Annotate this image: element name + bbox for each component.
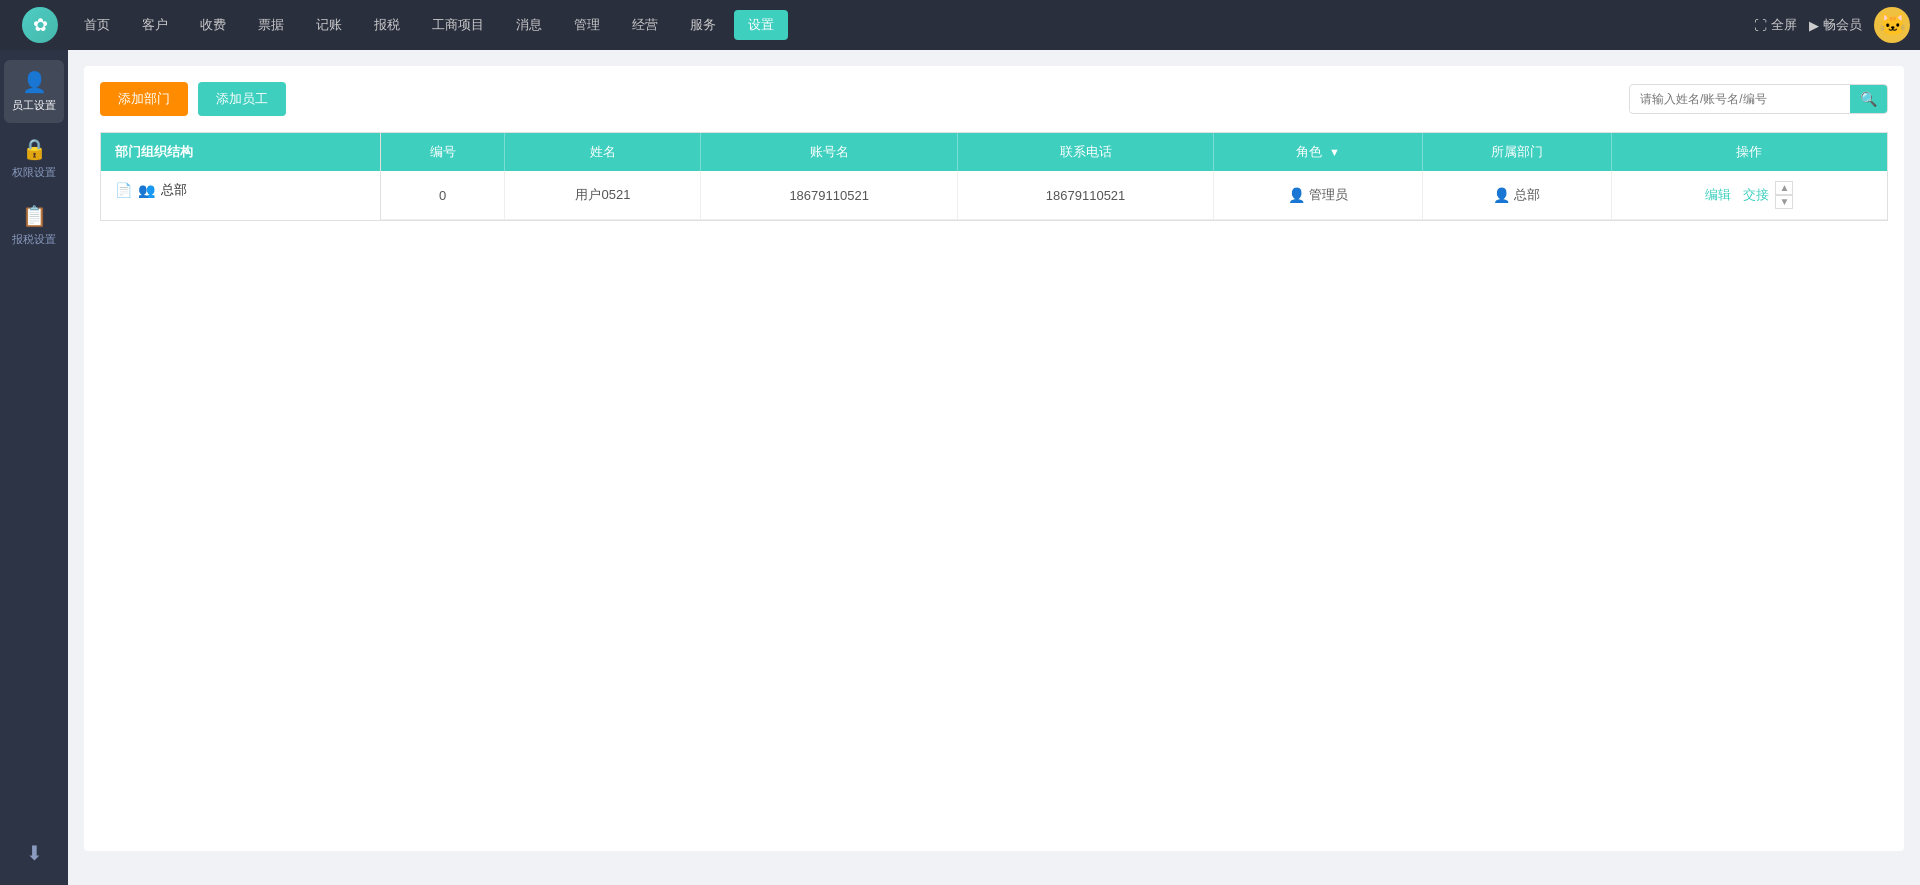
cell-actions: 编辑 交接 ▲ ▼ [1611,171,1887,220]
nav-fee[interactable]: 收费 [186,10,240,40]
fullscreen-label: 全屏 [1771,16,1797,34]
sidebar-item-permissions[interactable]: 🔒 权限设置 [4,127,64,190]
cell-role: 👤 管理员 [1214,171,1423,220]
file-icon: 📄 [115,182,132,198]
cell-id: 0 [381,171,505,220]
content-body: 部门组织结构 📄 👥 总部 编号 姓名 账号名 [100,132,1888,221]
arrow-down-button[interactable]: ▼ [1775,195,1793,209]
staff-icon: 👤 [22,70,47,94]
col-header-action: 操作 [1611,133,1887,171]
tax-settings-icon: 📋 [22,204,47,228]
nav-tax[interactable]: 报税 [360,10,414,40]
col-header-account: 账号名 [701,133,957,171]
toolbar: 添加部门 添加员工 🔍 [100,82,1888,116]
sidebar-tax-label: 报税设置 [12,232,56,247]
search-button[interactable]: 🔍 [1850,85,1887,113]
tree-panel: 部门组织结构 📄 👥 总部 [101,133,381,220]
cell-account: 18679110521 [701,171,957,220]
play-icon: ▶ [1809,18,1819,33]
main-layout: 👤 员工设置 🔒 权限设置 📋 报税设置 ⬇ 添加部门 添加员工 [0,50,1920,885]
staff-table: 编号 姓名 账号名 联系电话 角色 ▼ 所属部门 操作 [381,133,1887,220]
col-header-phone: 联系电话 [957,133,1213,171]
nav-operation[interactable]: 经营 [618,10,672,40]
left-sidebar: 👤 员工设置 🔒 权限设置 📋 报税设置 ⬇ [0,50,68,885]
add-dept-button[interactable]: 添加部门 [100,82,188,116]
transfer-button[interactable]: 交接 [1743,186,1769,204]
cell-dept: 👤 总部 [1422,171,1611,220]
logo-icon: ✿ [22,7,58,43]
dept-user-icon: 👤 [1493,187,1510,203]
download-icon: ⬇ [26,841,43,865]
nav-manage[interactable]: 管理 [560,10,614,40]
logo-char: ✿ [33,14,48,36]
search-icon: 🔍 [1860,91,1877,107]
filter-icon: ▼ [1329,146,1340,158]
edit-button[interactable]: 编辑 [1705,186,1731,204]
col-header-id: 编号 [381,133,505,171]
nav-service[interactable]: 服务 [676,10,730,40]
sidebar-download-button[interactable]: ⬇ [4,831,64,875]
table-header-row: 编号 姓名 账号名 联系电话 角色 ▼ 所属部门 操作 [381,133,1887,171]
nav-home[interactable]: 首页 [70,10,124,40]
member-button[interactable]: ▶ 畅会员 [1809,16,1862,34]
sidebar-item-staff[interactable]: 👤 员工设置 [4,60,64,123]
search-box: 🔍 [1629,84,1888,114]
lock-icon: 🔒 [22,137,47,161]
user-group-icon: 👥 [138,182,155,198]
tree-header: 部门组织结构 [101,133,380,171]
nav-settings[interactable]: 设置 [734,10,788,40]
col-header-dept: 所属部门 [1422,133,1611,171]
role-user-icon: 👤 [1288,187,1305,203]
tree-item-headquarters[interactable]: 📄 👥 总部 [101,171,380,209]
nav-business[interactable]: 工商项目 [418,10,498,40]
sidebar-permissions-label: 权限设置 [12,165,56,180]
nav-customer[interactable]: 客户 [128,10,182,40]
sidebar-staff-label: 员工设置 [12,98,56,113]
user-avatar[interactable]: 🐱 [1874,7,1910,43]
content-card: 添加部门 添加员工 🔍 部门组织结构 📄 👥 总部 [84,66,1904,851]
fullscreen-icon: ⛶ [1754,18,1767,33]
main-content-area: 添加部门 添加员工 🔍 部门组织结构 📄 👥 总部 [68,50,1920,885]
nav-bill[interactable]: 票据 [244,10,298,40]
avatar-icon: 🐱 [1879,12,1906,38]
member-label: 畅会员 [1823,16,1862,34]
arrow-up-button[interactable]: ▲ [1775,181,1793,195]
nav-message[interactable]: 消息 [502,10,556,40]
sidebar-item-tax-settings[interactable]: 📋 报税设置 [4,194,64,257]
nav-menu: 首页 客户 收费 票据 记账 报税 工商项目 消息 管理 经营 服务 设置 [70,10,1754,40]
tree-item-label: 总部 [161,181,187,199]
fullscreen-button[interactable]: ⛶ 全屏 [1754,16,1797,34]
logo: ✿ [10,7,70,43]
top-navigation: ✿ 首页 客户 收费 票据 记账 报税 工商项目 消息 管理 经营 服务 设置 … [0,0,1920,50]
dept-label: 总部 [1514,186,1540,204]
table-panel: 编号 姓名 账号名 联系电话 角色 ▼ 所属部门 操作 [381,133,1887,220]
sidebar-bottom: ⬇ [4,831,64,875]
col-header-name: 姓名 [505,133,701,171]
add-staff-button[interactable]: 添加员工 [198,82,286,116]
cell-phone: 18679110521 [957,171,1213,220]
table-row: 0 用户0521 18679110521 18679110521 👤 管理员 [381,171,1887,220]
sort-arrows: ▲ ▼ [1775,181,1793,209]
cell-name: 用户0521 [505,171,701,220]
search-input[interactable] [1630,86,1850,112]
col-header-role[interactable]: 角色 ▼ [1214,133,1423,171]
nav-bookkeeping[interactable]: 记账 [302,10,356,40]
nav-right-area: ⛶ 全屏 ▶ 畅会员 🐱 [1754,7,1910,43]
role-label: 管理员 [1309,186,1348,204]
